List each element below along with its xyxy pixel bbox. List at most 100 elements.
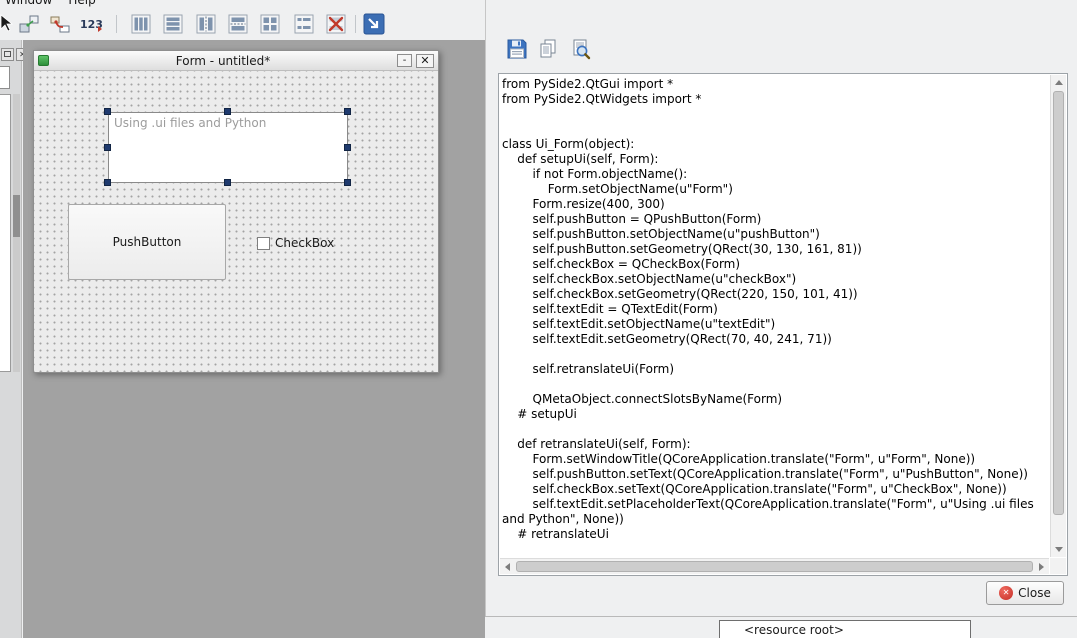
resource-root-item[interactable]: <resource root> (719, 620, 971, 638)
menu-help[interactable]: Help (68, 0, 95, 7)
scroll-right-button[interactable] (1034, 559, 1049, 574)
code-line: self.pushButton.setGeometry(QRect(30, 13… (502, 242, 1048, 257)
textedit-widget[interactable]: Using .ui files and Python (108, 112, 348, 183)
code-line: class Ui_Form(object): (502, 137, 1048, 152)
code-line: self.checkBox = QCheckBox(Form) (502, 257, 1048, 272)
code-line: def retranslateUi(self, Form): (502, 437, 1048, 452)
checkbox-widget[interactable]: CheckBox (257, 233, 334, 253)
toolbar-separator (355, 15, 356, 33)
edit-buddies-icon (49, 13, 71, 35)
adjust-size-button[interactable] (361, 11, 387, 37)
scroll-up-button[interactable] (1051, 75, 1066, 90)
code-line: self.pushButton.setText(QCoreApplication… (502, 467, 1048, 482)
selection-handle[interactable] (344, 108, 351, 115)
layout-vertical-splitter-icon (227, 13, 249, 35)
code-line (502, 122, 1048, 137)
resource-root-label: <resource root> (744, 623, 844, 637)
checkbox-label: CheckBox (275, 236, 334, 250)
adjust-size-icon (362, 12, 386, 36)
main-toolbar: 123 (0, 8, 485, 40)
form-window-title: Form - untitled* (53, 54, 393, 68)
form-window-titlebar[interactable]: Form - untitled* - ✕ (34, 51, 438, 71)
arrow-left-icon (505, 563, 510, 571)
code-line: Form.setWindowTitle(QCoreApplication.tra… (502, 452, 1048, 467)
code-line (502, 422, 1048, 437)
selection-handle[interactable] (104, 144, 111, 151)
code-line: self.textEdit.setObjectName(u"textEdit") (502, 317, 1048, 332)
code-line: self.textEdit.setGeometry(QRect(70, 40, … (502, 332, 1048, 347)
code-line: QMetaObject.connectSlotsByName(Form) (502, 392, 1048, 407)
scroll-down-button[interactable] (1051, 542, 1066, 557)
code-line: self.checkBox.setText(QCoreApplication.t… (502, 482, 1048, 497)
copy-icon (537, 38, 559, 60)
layout-horizontal-splitter-icon (195, 13, 217, 35)
qt-designer-screen: Window Help 123 (0, 0, 1077, 638)
horizontal-scrollbar[interactable] (500, 558, 1049, 574)
code-preview-dialog: from PySide2.QtGui import *from PySide2.… (485, 0, 1077, 616)
menu-window[interactable]: Window (5, 0, 52, 7)
horizontal-scrollbar-thumb[interactable] (516, 561, 1033, 572)
scroll-left-button[interactable] (500, 559, 515, 574)
layout-horizontal-splitter-button[interactable] (193, 11, 219, 37)
close-button-label: Close (1018, 586, 1051, 600)
save-button[interactable] (504, 36, 530, 62)
edit-tab-order-icon: 123 (79, 13, 103, 35)
code-line: self.pushButton = QPushButton(Form) (502, 212, 1048, 227)
break-layout-button[interactable] (323, 11, 349, 37)
code-line: self.textEdit = QTextEdit(Form) (502, 302, 1048, 317)
vertical-scrollbar-thumb[interactable] (1053, 91, 1064, 515)
code-line: and Python", None)) (502, 512, 1048, 527)
widget-box-list[interactable] (0, 94, 11, 372)
checkbox-indicator[interactable] (257, 237, 270, 250)
find-button[interactable] (568, 36, 594, 62)
vertical-scrollbar[interactable] (1050, 75, 1066, 557)
form-canvas[interactable]: Using .ui files and Python PushButton Ch… (34, 71, 438, 372)
find-icon (570, 38, 592, 60)
code-line: def setupUi(self, Form): (502, 152, 1048, 167)
arrow-down-icon (1055, 547, 1063, 552)
widget-box-filter-input[interactable] (0, 66, 10, 89)
code-line (502, 347, 1048, 362)
menubar-labels: Window Help (5, 0, 96, 7)
code-line (502, 107, 1048, 122)
layout-grid-icon (259, 13, 281, 35)
edit-tab-order-button[interactable]: 123 (78, 11, 104, 37)
close-button[interactable]: ✕ Close (986, 581, 1064, 605)
copy-button[interactable] (535, 36, 561, 62)
form-window-icon (38, 55, 49, 66)
layout-horizontal-button[interactable] (128, 11, 154, 37)
selection-handle[interactable] (224, 179, 231, 186)
edit-signals-slots-button[interactable] (16, 11, 42, 37)
edit-signals-slots-icon (18, 13, 40, 35)
widget-box-scrollbar[interactable] (13, 94, 20, 372)
code-content: from PySide2.QtGui import *from PySide2.… (502, 77, 1048, 556)
textedit-placeholder: Using .ui files and Python (114, 116, 266, 130)
code-line: self.checkBox.setGeometry(QRect(220, 150… (502, 287, 1048, 302)
layout-vertical-button[interactable] (160, 11, 186, 37)
edit-buddies-button[interactable] (47, 11, 73, 37)
form-minimize-button[interactable]: - (397, 54, 412, 67)
layout-form-button[interactable] (291, 11, 317, 37)
pushbutton-label: PushButton (113, 235, 182, 249)
mdi-area: Form - untitled* - ✕ Using .ui files and… (23, 40, 485, 638)
form-window[interactable]: Form - untitled* - ✕ Using .ui files and… (33, 50, 439, 373)
selection-handle[interactable] (344, 179, 351, 186)
selection-handle[interactable] (104, 179, 111, 186)
layout-grid-button[interactable] (257, 11, 283, 37)
close-circle-icon: ✕ (999, 586, 1013, 600)
form-close-button[interactable]: ✕ (416, 54, 434, 68)
code-line: self.pushButton.setObjectName(u"pushButt… (502, 227, 1048, 242)
code-line: Form.setObjectName(u"Form") (502, 182, 1048, 197)
selection-handle[interactable] (104, 108, 111, 115)
layout-form-icon (293, 13, 315, 35)
edit-widgets-icon (0, 13, 16, 35)
selection-handle[interactable] (344, 144, 351, 151)
code-line: self.textEdit.setPlaceholderText(QCoreAp… (502, 497, 1048, 512)
pushbutton-widget[interactable]: PushButton (68, 204, 226, 280)
widget-box-scrollbar-thumb[interactable] (13, 195, 20, 237)
code-textarea[interactable]: from PySide2.QtGui import *from PySide2.… (498, 73, 1068, 576)
layout-vertical-splitter-button[interactable] (225, 11, 251, 37)
selection-handle[interactable] (224, 108, 231, 115)
code-line (502, 377, 1048, 392)
dock-float-button[interactable] (1, 48, 14, 61)
